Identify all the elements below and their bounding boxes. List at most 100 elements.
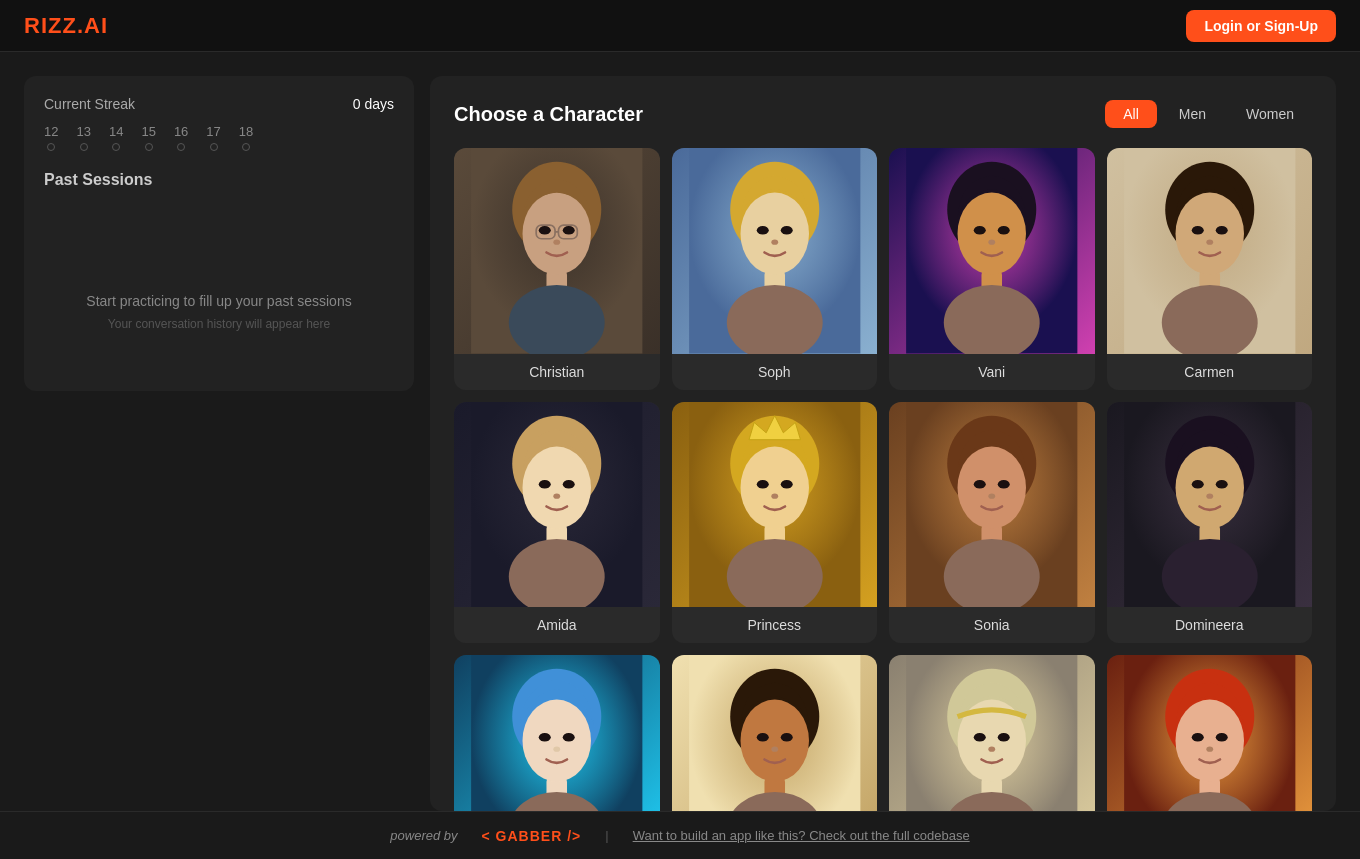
svg-point-82 [771,747,778,752]
svg-point-39 [523,446,592,528]
character-name-amida: Amida [454,607,660,643]
streak-dot [210,143,218,151]
svg-point-56 [974,479,986,488]
footer-cta[interactable]: Want to build an app like this? Check ou… [633,828,970,843]
svg-point-26 [988,240,995,245]
svg-point-65 [1215,479,1227,488]
character-face-svg-goddess-aphrodite [889,655,1095,811]
svg-point-55 [958,446,1027,528]
svg-point-71 [523,700,592,782]
character-card-vani[interactable]: Vani [889,148,1095,390]
character-card-domineera[interactable]: Domineera [1107,402,1313,644]
character-face-svg-cassy [672,655,878,811]
streak-dot [80,143,88,151]
right-header: Choose a Character AllMenWomen [454,100,1312,128]
character-card-carmen[interactable]: Carmen [1107,148,1313,390]
character-card-soph[interactable]: Soph [672,148,878,390]
character-name-carmen: Carmen [1107,354,1313,390]
character-image-princess [672,402,878,608]
character-name-domineera: Domineera [1107,607,1313,643]
character-face-svg-sonia [889,402,1095,608]
svg-point-81 [780,733,792,742]
svg-point-49 [780,479,792,488]
filter-tab-women[interactable]: Women [1228,100,1312,128]
character-image-carmen [1107,148,1313,354]
streak-value: 0 days [353,96,394,112]
character-card-cassy[interactable]: Cassy [672,655,878,811]
svg-point-34 [1206,240,1213,245]
character-card-amida[interactable]: Amida [454,402,660,644]
svg-point-98 [1206,747,1213,752]
section-title: Choose a Character [454,103,643,126]
character-image-goddess-aphrodite [889,655,1095,811]
empty-sub-text: Your conversation history will appear he… [108,317,330,331]
svg-point-48 [756,479,768,488]
character-image-christian [454,148,660,354]
main-content: Current Streak 0 days 12131415161718 Pas… [0,52,1360,811]
character-face-svg-amida [454,402,660,608]
svg-point-41 [563,479,575,488]
filter-tab-men[interactable]: Men [1161,100,1224,128]
svg-point-17 [780,226,792,235]
character-image-soph [672,148,878,354]
filter-tab-all[interactable]: All [1105,100,1157,128]
svg-point-57 [998,479,1010,488]
svg-point-79 [740,700,809,782]
streak-header: Current Streak 0 days [44,96,394,112]
character-face-svg-carmen [1107,148,1313,354]
character-face-svg-christian [454,148,660,354]
character-card-stacy[interactable]: Stacy [454,655,660,811]
character-card-huntress[interactable]: Huntress [1107,655,1313,811]
streak-day: 12 [44,124,58,151]
character-card-christian[interactable]: Christian [454,148,660,390]
streak-dot [47,143,55,151]
svg-point-25 [998,226,1010,235]
svg-point-18 [771,240,778,245]
svg-point-90 [988,747,995,752]
svg-point-73 [563,733,575,742]
past-sessions-empty: Start practicing to fill up your past se… [44,213,394,371]
character-image-vani [889,148,1095,354]
svg-point-88 [974,733,986,742]
character-face-svg-stacy [454,655,660,811]
svg-point-64 [1191,479,1203,488]
right-panel: Choose a Character AllMenWomen Christian… [430,76,1336,811]
character-card-sonia[interactable]: Sonia [889,402,1095,644]
svg-point-97 [1215,733,1227,742]
streak-day: 13 [76,124,90,151]
left-panel: Current Streak 0 days 12131415161718 Pas… [24,76,414,391]
svg-point-63 [1175,446,1244,528]
svg-point-33 [1215,226,1227,235]
header: RIZZ.AI Login or Sign-Up [0,0,1360,52]
character-grid: Christian Soph Vani Carmen Amida Princess Soni… [454,148,1312,811]
character-card-goddess-aphrodite[interactable]: Goddess Aphrodite [889,655,1095,811]
svg-point-96 [1191,733,1203,742]
character-face-svg-huntress [1107,655,1313,811]
character-face-svg-soph [672,148,878,354]
svg-point-32 [1191,226,1203,235]
character-image-sonia [889,402,1095,608]
streak-section: Current Streak 0 days 12131415161718 [44,96,394,151]
streak-day: 17 [206,124,220,151]
streak-dot [242,143,250,151]
streak-day: 14 [109,124,123,151]
streak-day: 16 [174,124,188,151]
footer-separator: | [605,828,608,843]
streak-day: 18 [239,124,253,151]
footer: powered by < GABBER /> | Want to build a… [0,811,1360,859]
streak-calendar: 12131415161718 [44,124,394,151]
svg-point-5 [539,226,551,235]
character-face-svg-vani [889,148,1095,354]
character-image-cassy [672,655,878,811]
svg-point-24 [974,226,986,235]
login-button[interactable]: Login or Sign-Up [1186,10,1336,42]
svg-point-15 [740,193,809,275]
character-name-sonia: Sonia [889,607,1095,643]
svg-point-50 [771,493,778,498]
character-name-princess: Princess [672,607,878,643]
character-image-stacy [454,655,660,811]
character-name-christian: Christian [454,354,660,390]
character-card-princess[interactable]: Princess [672,402,878,644]
svg-point-47 [740,446,809,528]
character-name-soph: Soph [672,354,878,390]
